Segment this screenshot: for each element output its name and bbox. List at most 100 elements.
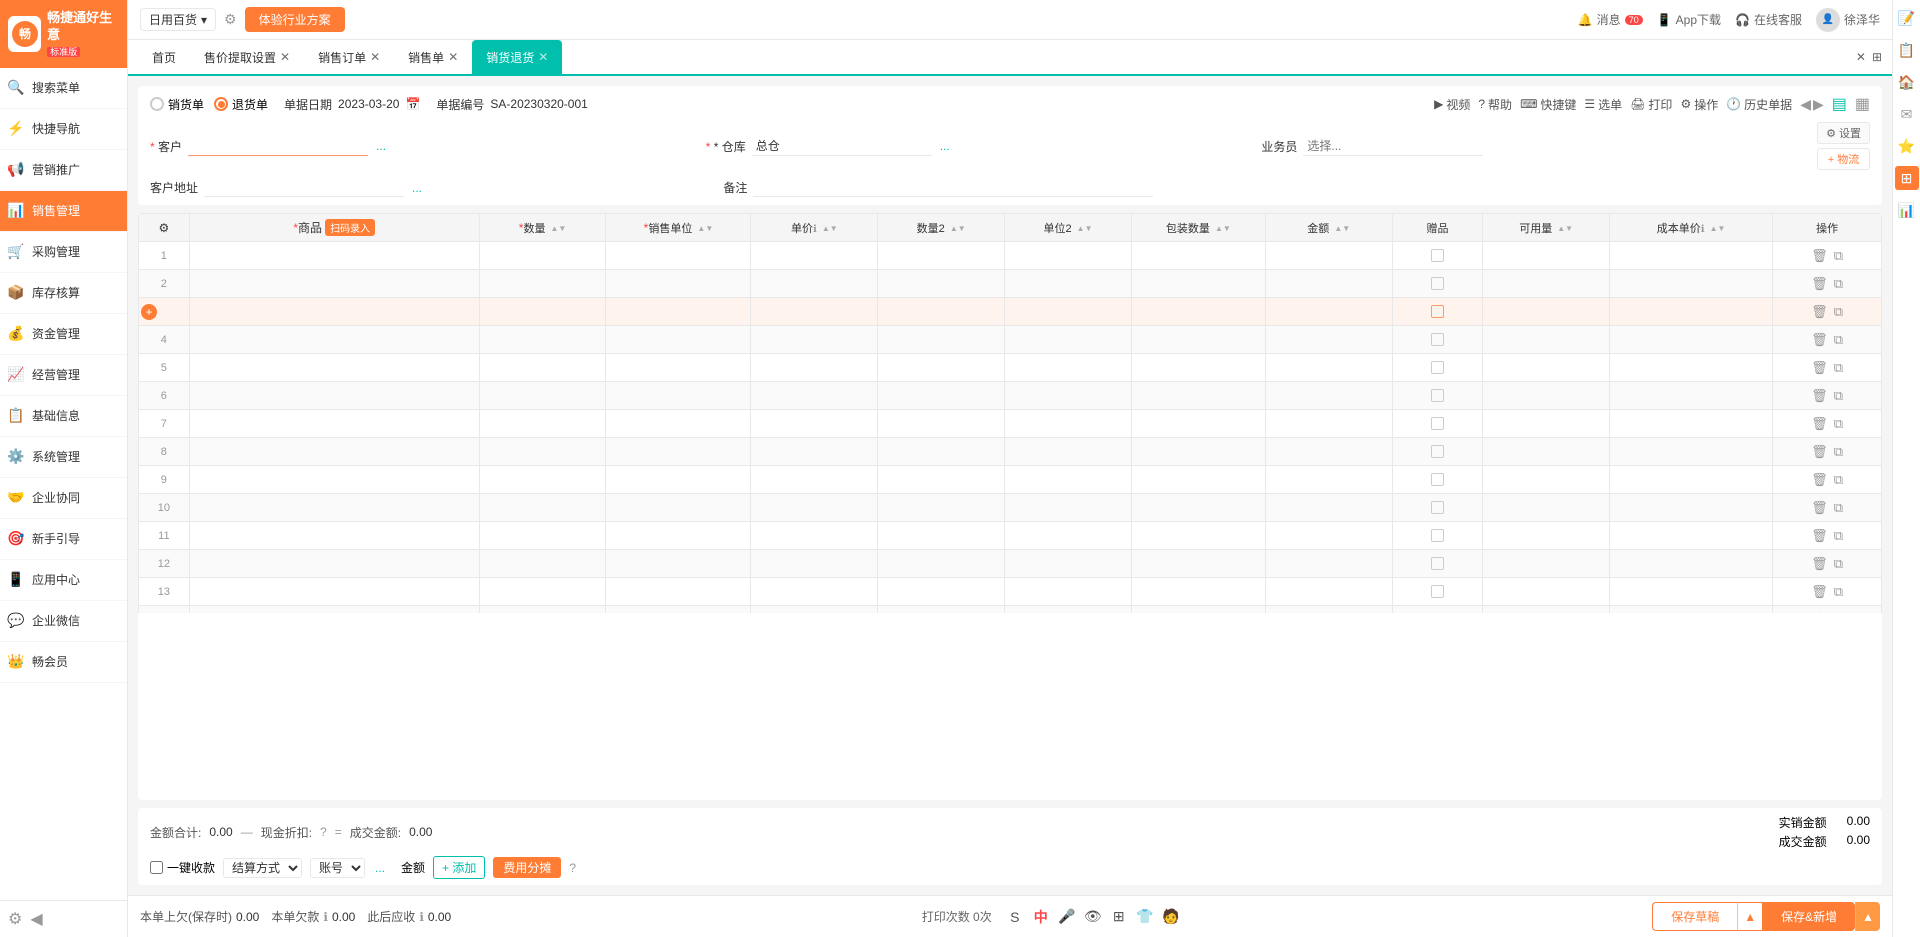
table-settings-icon[interactable]: ⚙ xyxy=(158,221,169,235)
select-action[interactable]: ☰ 选单 xyxy=(1584,96,1622,113)
account-dots-button[interactable]: ... xyxy=(375,861,385,875)
tab-price-settings[interactable]: 售价提取设置 ✕ xyxy=(190,40,304,76)
delete-icon[interactable]: 🗑 xyxy=(1811,500,1828,516)
row-qty2[interactable] xyxy=(878,242,1005,270)
delete-icon[interactable]: 🗑 xyxy=(1811,556,1828,572)
sidebar-item-newbie[interactable]: 🎯 新手引导 xyxy=(0,519,127,560)
delete-icon[interactable]: 🗑 xyxy=(1811,388,1828,404)
topbar-gear-icon[interactable]: ⚙ xyxy=(224,11,237,28)
copy-icon[interactable]: ⧉ xyxy=(1834,500,1843,516)
gift-checkbox[interactable] xyxy=(1431,529,1444,542)
customer-input[interactable] xyxy=(188,137,368,156)
copy-icon[interactable]: ⧉ xyxy=(1834,276,1843,292)
cost-sort-icon[interactable]: ▲▼ xyxy=(1710,224,1726,233)
online-support-button[interactable]: 🎧 在线客服 xyxy=(1735,11,1802,28)
row-qty[interactable] xyxy=(479,298,606,326)
print-action[interactable]: 🖨 打印 xyxy=(1630,96,1672,113)
sidebar-item-basic[interactable]: 📋 基础信息 xyxy=(0,396,127,437)
row-amount[interactable] xyxy=(1265,270,1392,298)
price-sort-icon[interactable]: ▲▼ xyxy=(822,224,838,233)
delete-icon[interactable]: 🗑 xyxy=(1811,304,1828,320)
pack-sort-icon[interactable]: ▲▼ xyxy=(1215,224,1231,233)
sidebar-item-enterprise[interactable]: 🤝 企业协同 xyxy=(0,478,127,519)
module-select[interactable]: 日用百货 ▾ xyxy=(140,8,216,31)
sidebar-item-weixin[interactable]: 💬 企业微信 xyxy=(0,601,127,642)
row-price[interactable] xyxy=(751,270,878,298)
remark-input[interactable] xyxy=(753,178,1153,197)
history-action[interactable]: 🕐 历史单据 xyxy=(1726,96,1792,113)
nav-prev-button[interactable]: ◀ xyxy=(1800,96,1811,113)
available-sort-icon[interactable]: ▲▼ xyxy=(1557,224,1573,233)
tab-sales-return[interactable]: 销货退货 ✕ xyxy=(472,40,562,76)
bottom-icon-mic[interactable]: 🎤 xyxy=(1056,906,1078,928)
cost-allocation-button[interactable]: 费用分摊 xyxy=(493,857,561,878)
row-cost-price[interactable] xyxy=(1610,270,1773,298)
copy-icon[interactable]: ⧉ xyxy=(1834,332,1843,348)
tab-price-settings-close[interactable]: ✕ xyxy=(280,50,290,64)
row-unit2[interactable] xyxy=(1005,298,1132,326)
row-unit[interactable] xyxy=(606,270,751,298)
row-goods[interactable] xyxy=(189,270,479,298)
copy-icon[interactable]: ⧉ xyxy=(1834,444,1843,460)
customer-addr-dots-button[interactable]: ... xyxy=(412,181,422,195)
right-panel-home-icon[interactable]: 🏠 xyxy=(1895,70,1919,94)
delete-icon[interactable]: 🗑 xyxy=(1811,528,1828,544)
right-panel-mail-icon[interactable]: ✉ xyxy=(1895,102,1919,126)
row-gift[interactable] xyxy=(1392,270,1483,298)
row-unit2[interactable] xyxy=(1005,242,1132,270)
tab-sales-delivery-close[interactable]: ✕ xyxy=(448,50,458,64)
tab-sales-order[interactable]: 销售订单 ✕ xyxy=(304,40,394,76)
delete-icon[interactable]: 🗑 xyxy=(1811,248,1828,264)
add-payment-button[interactable]: + 添加 xyxy=(433,856,485,879)
gift-checkbox[interactable] xyxy=(1431,249,1444,262)
radio-return[interactable]: 退货单 xyxy=(214,96,268,113)
bottom-icon-shirt[interactable]: 👕 xyxy=(1134,906,1156,928)
gift-checkbox[interactable] xyxy=(1431,473,1444,486)
delete-icon[interactable]: 🗑 xyxy=(1811,276,1828,292)
messages-button[interactable]: 🔔 消息 70 xyxy=(1578,11,1643,28)
row-goods-input-cell[interactable] xyxy=(189,298,479,326)
row-amount[interactable] xyxy=(1265,298,1392,326)
shortcuts-action[interactable]: ⌨ 快捷键 xyxy=(1520,96,1576,113)
sidebar-item-search[interactable]: 🔍 搜索菜单 xyxy=(0,68,127,109)
row-available[interactable] xyxy=(1483,270,1610,298)
try-plan-button[interactable]: 体验行业方案 xyxy=(245,7,345,32)
feiyong-help-icon[interactable]: ? xyxy=(569,861,576,875)
tab-sales-order-close[interactable]: ✕ xyxy=(370,50,380,64)
gift-checkbox[interactable] xyxy=(1431,333,1444,346)
gift-checkbox[interactable] xyxy=(1431,501,1444,514)
right-panel-star-icon[interactable]: ⭐ xyxy=(1895,134,1919,158)
tabs-close-all-icon[interactable]: ✕ xyxy=(1856,50,1866,64)
tab-sales-delivery[interactable]: 销售单 ✕ xyxy=(394,40,472,76)
right-panel-chart-icon[interactable]: 📊 xyxy=(1895,198,1919,222)
logistics-button[interactable]: + 物流 xyxy=(1817,148,1870,170)
tab-sales-return-close[interactable]: ✕ xyxy=(538,50,548,64)
unit2-sort-icon[interactable]: ▲▼ xyxy=(1077,224,1093,233)
nav-next-button[interactable]: ▶ xyxy=(1813,96,1824,113)
save-new-arrow-button[interactable]: ▲ xyxy=(1855,902,1880,931)
row-cost-price[interactable] xyxy=(1610,242,1773,270)
sidebar-item-inventory[interactable]: 📦 库存核算 xyxy=(0,273,127,314)
row-gift[interactable] xyxy=(1392,242,1483,270)
gift-checkbox[interactable] xyxy=(1431,277,1444,290)
row-available[interactable] xyxy=(1483,242,1610,270)
view-detail-icon[interactable]: ▦ xyxy=(1855,94,1870,114)
salesperson-input[interactable] xyxy=(1303,137,1483,156)
bottom-icon-man[interactable]: 🧑 xyxy=(1160,906,1182,928)
sidebar-item-shortcut[interactable]: ⚡ 快捷导航 xyxy=(0,109,127,150)
gift-checkbox[interactable] xyxy=(1431,417,1444,430)
sidebar-item-system[interactable]: ⚙️ 系统管理 xyxy=(0,437,127,478)
copy-icon[interactable]: ⧉ xyxy=(1834,612,1843,614)
sidebar-item-finance[interactable]: 💰 资金管理 xyxy=(0,314,127,355)
sidebar-collapse-button[interactable]: ◀ xyxy=(30,909,42,929)
radio-delivery[interactable]: 销货单 xyxy=(150,96,204,113)
one-key-payment-checkbox[interactable]: 一键收款 xyxy=(150,859,215,876)
delete-icon[interactable]: 🗑 xyxy=(1811,612,1828,614)
copy-icon[interactable]: ⧉ xyxy=(1834,416,1843,432)
add-row-button[interactable]: + xyxy=(141,304,157,320)
gift-checkbox[interactable] xyxy=(1431,361,1444,374)
delete-icon[interactable]: 🗑 xyxy=(1811,472,1828,488)
copy-icon[interactable]: ⧉ xyxy=(1834,556,1843,572)
row-cost-price[interactable] xyxy=(1610,298,1773,326)
delete-icon[interactable]: 🗑 xyxy=(1811,444,1828,460)
